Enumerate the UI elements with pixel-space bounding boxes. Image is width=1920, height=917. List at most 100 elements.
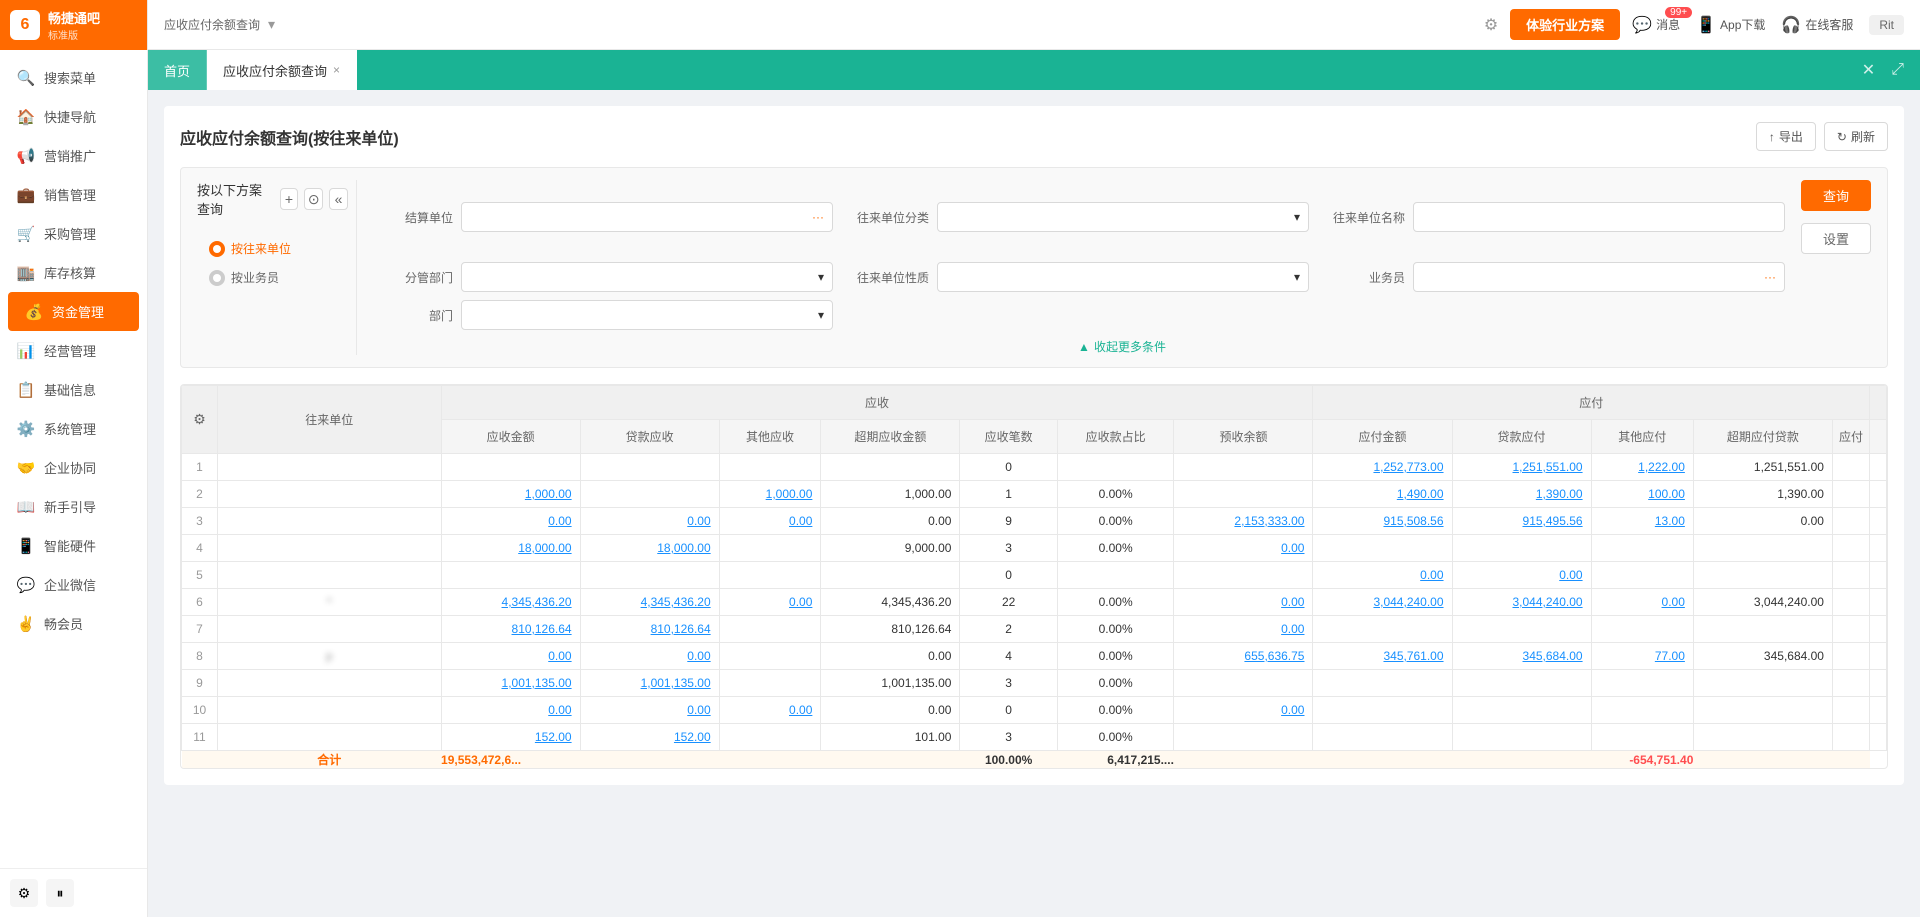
ap-other[interactable]: 77.00 [1591,643,1693,670]
ap-loan[interactable]: 345,684.00 [1452,643,1591,670]
topbar: 应收应付余额查询 ▾ ⚙ 体验行业方案 💬 消息 99+ 📱 App下载 🎧 在… [148,0,1920,50]
collapse-button[interactable]: ▲ 收起更多条件 [1078,338,1166,355]
ap-amount[interactable]: 1,252,773.00 [1313,454,1452,481]
ap-other[interactable]: 1,222.00 [1591,454,1693,481]
query-button[interactable]: 查询 [1801,180,1871,211]
settings-bottom-btn[interactable]: ⚙ [10,879,38,907]
ap-other [1591,724,1693,751]
ap-amount[interactable]: 915,508.56 [1313,508,1452,535]
sidebar-item-guide[interactable]: 📖 新手引导 [0,487,147,526]
ar-prepay[interactable]: 0.00 [1174,616,1313,643]
table-settings-icon[interactable]: ⚙ [193,411,206,427]
filter-collapse-left-btn[interactable]: « [329,188,348,210]
cta-button[interactable]: 体验行业方案 [1510,9,1620,40]
ap-overdue [1693,670,1832,697]
footer-ar-total[interactable]: 19,553,472,6... [441,751,580,769]
tab-close-all-icon[interactable]: ✕ [1862,60,1875,80]
filter-add-btn[interactable]: + [280,188,299,210]
ar-prepay[interactable]: 0.00 [1174,589,1313,616]
lailai-name-input[interactable] [1413,202,1785,232]
ap-other [1591,616,1693,643]
ap-other[interactable]: 13.00 [1591,508,1693,535]
ap-loan [1452,535,1591,562]
lailai-nature-select[interactable]: ▾ [937,262,1309,292]
sidebar-item-search[interactable]: 🔍 搜索菜单 [0,58,147,97]
ap-loan[interactable]: 915,495.56 [1452,508,1591,535]
view-by-unit[interactable]: 按往来单位 [197,234,348,263]
ar-loan[interactable]: 4,345,436.20 [580,589,719,616]
ar-amount[interactable]: 0.00 [441,508,580,535]
collapse-sidebar-btn[interactable]: ⏸ [46,879,74,907]
filter-settings-btn[interactable]: ⊙ [304,188,323,210]
ar-prepay[interactable]: 0.00 [1174,535,1313,562]
ar-amount[interactable]: 1,001,135.00 [441,670,580,697]
tab-close-icon[interactable]: × [333,63,340,77]
ar-amount[interactable]: 4,345,436.20 [441,589,580,616]
sidebar-item-quick[interactable]: 🏠 快捷导航 [0,97,147,136]
data-table: ⚙ 往来单位 应收 应付 应收金额 贷款应收 其他应收 超期应收金额 应收笔数 … [181,385,1887,768]
ar-prepay[interactable]: 2,153,333.00 [1174,508,1313,535]
sidebar-item-basic[interactable]: 📋 基础信息 [0,370,147,409]
ap-amount[interactable]: 0.00 [1313,562,1452,589]
tab-home[interactable]: 首页 [148,50,207,90]
ap-amount[interactable]: 345,761.00 [1313,643,1452,670]
user-avatar[interactable]: Rit [1869,15,1904,35]
ar-prepay[interactable]: 0.00 [1174,697,1313,724]
tab-maximize-icon[interactable]: ⤢ [1891,61,1904,79]
fenguan-select[interactable]: ▾ [461,262,833,292]
ar-amount[interactable]: 18,000.00 [441,535,580,562]
ap-loan[interactable]: 3,044,240.00 [1452,589,1591,616]
sidebar-item-purchase[interactable]: 🛒 采购管理 [0,214,147,253]
lailai-class-select[interactable]: ▾ [937,202,1309,232]
business-input[interactable]: ··· [1413,262,1785,292]
ap-loan[interactable]: 1,390.00 [1452,481,1591,508]
ar-amount[interactable]: 152.00 [441,724,580,751]
ar-loan[interactable]: 18,000.00 [580,535,719,562]
ar-amount[interactable]: 0.00 [441,697,580,724]
ap-amount[interactable]: 3,044,240.00 [1313,589,1452,616]
jiesuan-input[interactable]: ··· [461,202,833,232]
ar-other[interactable]: 1,000.00 [719,481,821,508]
ap-loan[interactable]: 0.00 [1452,562,1591,589]
ar-other[interactable]: 0.00 [719,508,821,535]
ar-other[interactable]: 0.00 [719,697,821,724]
sidebar-item-finance[interactable]: 💰 资金管理 [8,292,139,331]
message-btn[interactable]: 💬 消息 99+ [1632,15,1680,35]
app-download-btn[interactable]: 📱 App下载 [1696,15,1765,35]
topbar-gear-icon[interactable]: ⚙ [1484,15,1498,35]
sidebar-item-operations[interactable]: 📊 经营管理 [0,331,147,370]
sidebar-item-inventory[interactable]: 🏬 库存核算 [0,253,147,292]
ar-loan[interactable]: 810,126.64 [580,616,719,643]
sidebar-item-system[interactable]: ⚙️ 系统管理 [0,409,147,448]
ar-amount[interactable]: 810,126.64 [441,616,580,643]
ar-loan[interactable]: 0.00 [580,643,719,670]
ar-amount[interactable]: 0.00 [441,643,580,670]
by-unit-icon [209,241,225,257]
breadcrumb-dropdown-btn[interactable]: ▾ [264,12,279,37]
ap-other[interactable]: 0.00 [1591,589,1693,616]
ar-amount[interactable]: 1,000.00 [441,481,580,508]
ar-prepay[interactable]: 655,636.75 [1174,643,1313,670]
ap-loan[interactable]: 1,251,551.00 [1452,454,1591,481]
ap-other[interactable]: 100.00 [1591,481,1693,508]
sidebar-item-wechat[interactable]: 💬 企业微信 [0,565,147,604]
set-button[interactable]: 设置 [1801,223,1871,254]
view-by-staff[interactable]: 按业务员 [197,263,348,292]
ar-loan[interactable]: 0.00 [580,508,719,535]
sidebar-item-member[interactable]: ✌ 畅会员 [0,604,147,643]
refresh-button[interactable]: ↻ 刷新 [1824,122,1888,151]
online-service-btn[interactable]: 🎧 在线客服 [1781,15,1853,35]
ap-amount[interactable]: 1,490.00 [1313,481,1452,508]
dept-select[interactable]: ▾ [461,300,833,330]
sidebar-item-collab[interactable]: 🤝 企业协同 [0,448,147,487]
sidebar-item-hardware[interactable]: 📱 智能硬件 [0,526,147,565]
ar-loan[interactable]: 152.00 [580,724,719,751]
sidebar-item-sales[interactable]: 💼 销售管理 [0,175,147,214]
tab-arquery[interactable]: 应收应付余额查询 × [207,50,357,90]
export-button[interactable]: ↑ 导出 [1756,122,1816,151]
ar-count: 1 [960,481,1057,508]
ar-loan[interactable]: 0.00 [580,697,719,724]
sidebar-item-marketing[interactable]: 📢 营销推广 [0,136,147,175]
ar-loan[interactable]: 1,001,135.00 [580,670,719,697]
ar-other[interactable]: 0.00 [719,589,821,616]
